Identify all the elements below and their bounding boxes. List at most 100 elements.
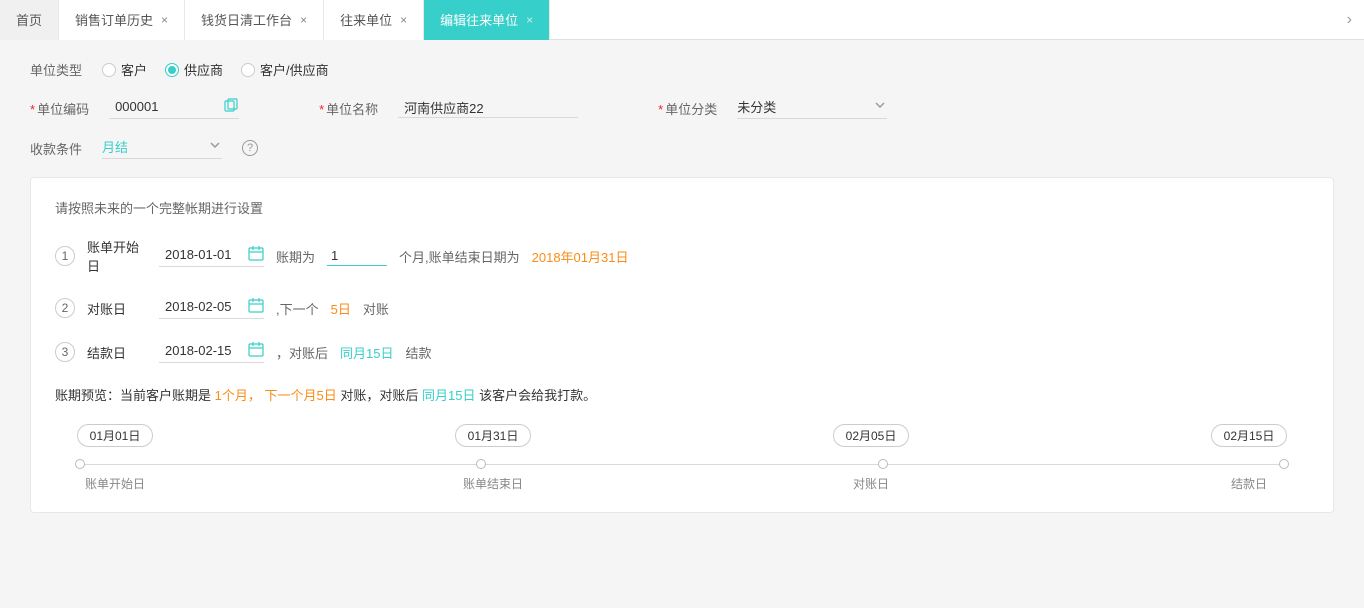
preview-p3: 对账，对账后 [340,388,418,403]
tl-dot-1 [476,459,486,469]
tl-dot-0 [75,459,85,469]
unit-code-label: *单位编码 [30,99,89,118]
radio-both-label: 客户/供应商 [260,60,329,79]
tl-sub-1: 账单开始日 [85,475,145,492]
tab-edit-partner-close[interactable]: × [526,13,533,27]
card-instruction: 请按照未来的一个完整帐期进行设置 [55,198,1309,217]
required-star-code: * [30,102,35,117]
period-row-3: 3 结款日 ，对账后 同月15日 结款 [55,341,1309,363]
tab-partner-close[interactable]: × [400,13,407,27]
period-date-3-calendar-icon[interactable] [248,341,264,360]
period-date-2-input[interactable] [159,297,244,316]
period-date-2-calendar-icon[interactable] [248,297,264,316]
period-end-date: 2018年01月31日 [532,247,629,266]
period-preview: 账期预览：当前客户账期是 1个月， 下一个月5日 对账，对账后 同月15日 该客… [55,385,1309,404]
tl-node-1: 01月01日 [75,424,155,455]
preview-prefix: 账期预览：当前客户账期是 [55,388,211,403]
period-date-1-input[interactable] [159,245,244,264]
tl-sub-3: 对账日 [853,475,889,492]
period-row-1: 1 账单开始日 账期为 个月,账单结束日期为 2018年01月31日 [55,237,1309,275]
tl-sublabel-4: 结款日 [1209,475,1289,492]
tab-edit-partner[interactable]: 编辑往来单位 × [424,0,550,40]
period-label-1: 账单开始日 [87,237,147,275]
period-3-hint2: 结款 [405,343,431,362]
unit-info-row: *单位编码 *单位名称 *单位分类 未分类 [30,97,1334,119]
payment-terms-select[interactable]: 月结 [102,137,222,159]
radio-both-circle [241,63,255,77]
help-question-mark: ? [247,142,253,154]
radio-customer-circle [102,63,116,77]
timeline-line-row [75,459,1289,469]
payment-terms-label: 收款条件 [30,139,82,158]
period-2-highlight: 5日 [331,299,351,318]
tab-home[interactable]: 首页 [0,0,59,40]
required-star-classify: * [658,102,663,117]
period-2-hint2: 对账 [363,299,389,318]
unit-classify-value: 未分类 [737,97,869,116]
unit-type-row: 单位类型 客户 供应商 客户/供应商 [30,60,1334,79]
tabs-expand-icon[interactable]: › [1335,11,1364,29]
tl-dot-3 [1279,459,1289,469]
preview-p5: 该客户会给我打款。 [479,388,596,403]
timeline-sublabels-row: 账单开始日 账单结束日 对账日 结款日 [75,475,1289,492]
tl-node-2: 01月31日 [453,424,533,455]
payment-terms-help-icon[interactable]: ? [242,140,258,156]
radio-customer[interactable]: 客户 [102,60,147,79]
tl-tag-4: 02月15日 [1211,424,1288,447]
radio-both[interactable]: 客户/供应商 [241,60,329,79]
tl-tag-3: 02月05日 [833,424,910,447]
tl-sublabel-3: 对账日 [831,475,911,492]
radio-supplier-label: 供应商 [184,60,223,79]
tab-sales-order-close[interactable]: × [161,13,168,27]
tab-edit-partner-label: 编辑往来单位 [440,10,518,29]
unit-classify-arrow [873,98,887,115]
tl-sub-4: 结款日 [1231,475,1267,492]
tl-node-4: 02月15日 [1209,424,1289,455]
payment-terms-value: 月结 [102,137,204,156]
radio-supplier-circle [165,63,179,77]
period-label-3: 结款日 [87,343,147,362]
period-date-3-input-wrap [159,341,264,363]
tl-sublabel-1: 账单开始日 [75,475,155,492]
tab-partner-unit[interactable]: 往来单位 × [324,0,424,40]
tl-tag-2: 01月31日 [455,424,532,447]
tab-sales-order[interactable]: 销售订单历史 × [59,0,185,40]
required-star-name: * [319,102,324,117]
tl-node-3: 02月05日 [831,424,911,455]
preview-p4: 同月15日 [422,388,475,403]
period-months-input[interactable] [327,246,387,266]
tl-dot-2 [878,459,888,469]
preview-p1: 1个月， [215,388,261,403]
period-settings-card: 请按照未来的一个完整帐期进行设置 1 账单开始日 账期为 个月,账单结束日期为 … [30,177,1334,513]
tab-cash-ledger-label: 钱货日清工作台 [201,10,292,29]
unit-name-label: *单位名称 [319,99,378,118]
period-num-3: 3 [55,342,75,362]
unit-code-copy-icon[interactable] [223,97,239,116]
page-content: 单位类型 客户 供应商 客户/供应商 *单位编码 [0,40,1364,608]
period-1-prefix: 账期为 [276,247,315,266]
unit-code-input[interactable] [109,97,219,116]
timeline-tags-row: 01月01日 01月31日 02月05日 02月15日 [75,424,1289,459]
timeline-area: 01月01日 01月31日 02月05日 02月15日 [55,424,1309,492]
unit-name-input[interactable] [398,98,578,118]
unit-type-label: 单位类型 [30,60,82,79]
unit-classify-select[interactable]: 未分类 [737,97,887,119]
period-date-3-input[interactable] [159,341,244,360]
period-row-2: 2 对账日 ,下一个 5日 对账 [55,297,1309,319]
period-num-1: 1 [55,246,75,266]
payment-terms-row: 收款条件 月结 ? [30,137,1334,159]
period-date-1-calendar-icon[interactable] [248,245,264,264]
period-2-hint1: ,下一个 [276,299,319,318]
period-date-1-input-wrap [159,245,264,267]
period-3-hint1: ，对账后 [276,343,328,362]
tab-cash-ledger-close[interactable]: × [300,13,307,27]
tab-partner-label: 往来单位 [340,10,392,29]
tl-sublabel-2: 账单结束日 [453,475,533,492]
tab-sales-order-label: 销售订单历史 [75,10,153,29]
unit-type-radio-group: 客户 供应商 客户/供应商 [102,60,329,79]
period-1-suffix: 个月,账单结束日期为 [399,247,520,266]
period-label-2: 对账日 [87,299,147,318]
radio-supplier[interactable]: 供应商 [165,60,223,79]
unit-classify-label: *单位分类 [658,99,717,118]
tab-cash-ledger[interactable]: 钱货日清工作台 × [185,0,324,40]
